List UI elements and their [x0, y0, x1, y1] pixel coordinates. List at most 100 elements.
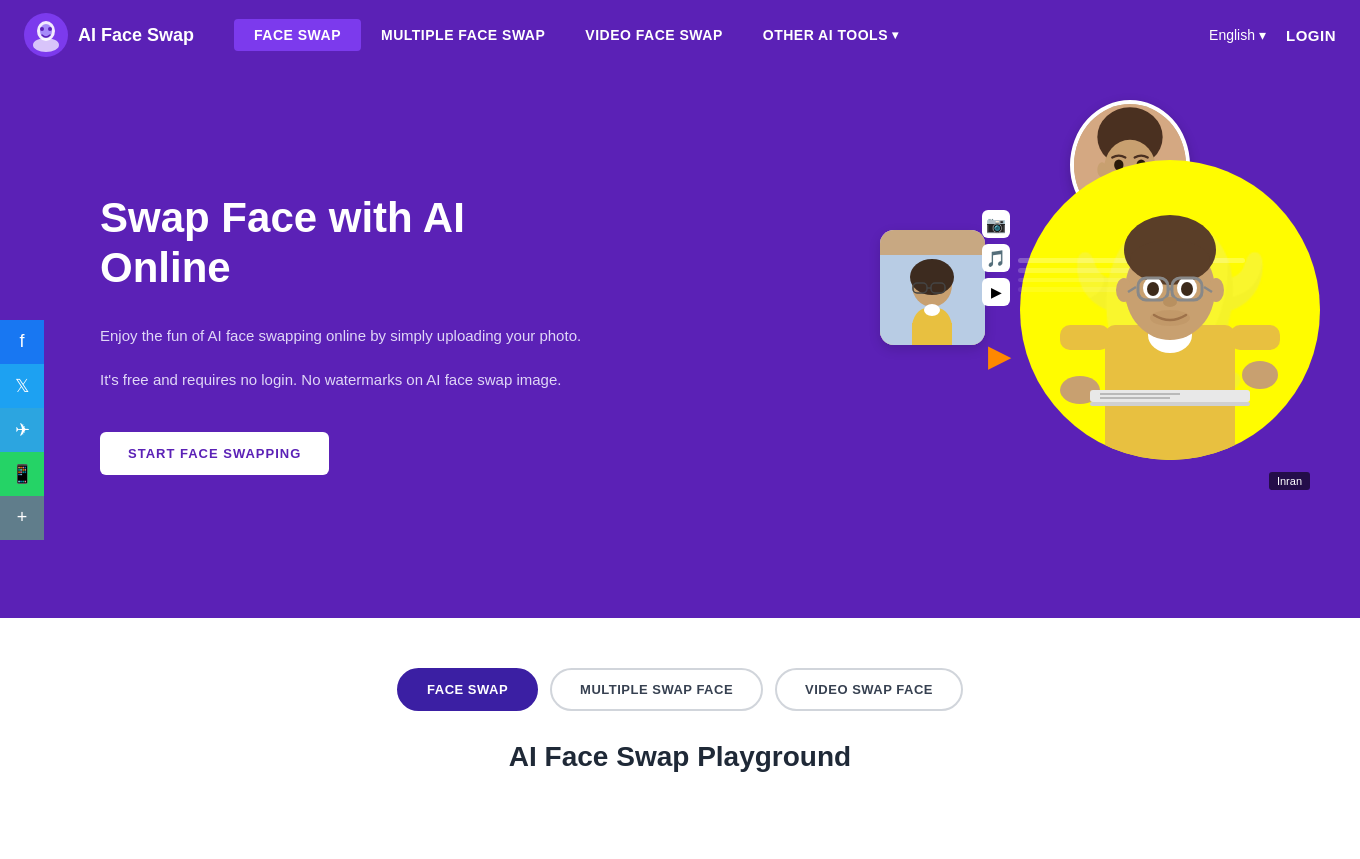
playground-title: AI Face Swap Playground	[509, 741, 851, 773]
facebook-share-button[interactable]: f	[0, 320, 44, 364]
svg-rect-43	[1230, 325, 1280, 350]
logo-link[interactable]: AI Face Swap	[24, 13, 194, 57]
nav-face-swap[interactable]: FACE SWAP	[234, 19, 361, 51]
telegram-icon: ✈	[15, 419, 30, 441]
svg-point-7	[1097, 107, 1162, 167]
navbar-nav: FACE SWAP MULTIPLE FACE SWAP VIDEO FACE …	[234, 19, 1209, 51]
share-button[interactable]: +	[0, 496, 44, 540]
tab-multiple-swap-face[interactable]: MULTIPLE SWAP FACE	[550, 668, 763, 711]
person-name-tag: Inran	[1269, 472, 1310, 490]
svg-line-38	[1128, 287, 1136, 292]
thumbnail-face-svg	[880, 255, 985, 345]
source-face-svg	[1074, 100, 1186, 230]
svg-point-12	[1097, 162, 1106, 177]
nav-other-ai-tools[interactable]: OTHER AI TOOLS ▾	[743, 19, 919, 51]
svg-point-24	[1148, 317, 1192, 353]
twitter-icon: 𝕏	[15, 375, 30, 397]
navbar-right: English ▾ LOGIN	[1209, 27, 1336, 44]
svg-rect-35	[1138, 278, 1168, 300]
svg-point-32	[1177, 277, 1197, 299]
tab-face-swap[interactable]: FACE SWAP	[397, 668, 538, 711]
svg-point-45	[1242, 361, 1278, 389]
tab-video-swap-face[interactable]: VIDEO SWAP FACE	[775, 668, 963, 711]
share-icon: +	[17, 507, 28, 528]
whatsapp-share-button[interactable]: 📱	[0, 452, 44, 496]
svg-point-13	[1153, 162, 1162, 177]
whatsapp-icon: 📱	[11, 463, 33, 485]
hero-section: Swap Face with AI Online Enjoy the fun o…	[0, 70, 1360, 618]
hero-illustration: ▼ ▶ 👻	[880, 100, 1320, 600]
svg-rect-47	[1090, 402, 1250, 406]
result-person-svg	[1020, 160, 1320, 460]
ui-overlay-lines	[1010, 250, 1310, 300]
svg-point-4	[40, 27, 44, 31]
svg-point-33	[1147, 282, 1159, 296]
svg-rect-42	[1060, 325, 1110, 350]
app-tile-2: 🎵	[982, 244, 1010, 272]
svg-rect-23	[1105, 325, 1235, 460]
twitter-share-button[interactable]: 𝕏	[0, 364, 44, 408]
svg-point-26	[1125, 240, 1215, 340]
thumbnail-card	[880, 230, 985, 345]
thumbnail-top	[880, 230, 985, 345]
svg-rect-36	[1172, 278, 1202, 300]
svg-rect-19	[931, 283, 945, 293]
language-label: English	[1209, 27, 1255, 43]
app-tile-1: 📷	[982, 210, 1010, 238]
hero-description-1: Enjoy the fun of AI face swapping online…	[100, 323, 600, 349]
svg-point-34	[1181, 282, 1193, 296]
svg-rect-46	[1090, 390, 1250, 402]
svg-point-29	[1116, 278, 1132, 302]
nav-video-face-swap[interactable]: VIDEO FACE SWAP	[565, 19, 742, 51]
app-tiles: 📷 🎵 ▶	[982, 210, 1010, 306]
svg-rect-15	[880, 255, 985, 345]
svg-line-39	[1204, 287, 1212, 292]
svg-rect-21	[912, 323, 952, 345]
telegram-share-button[interactable]: ✈	[0, 408, 44, 452]
navbar: AI Face Swap FACE SWAP MULTIPLE FACE SWA…	[0, 0, 1360, 70]
nav-multiple-face-swap[interactable]: MULTIPLE FACE SWAP	[361, 19, 565, 51]
source-face-bubble	[1070, 100, 1190, 230]
svg-point-11	[1125, 172, 1134, 179]
arrow-down-icon: ▼	[1103, 250, 1149, 298]
social-sidebar: f 𝕏 ✈ 📱 +	[0, 320, 44, 540]
facebook-icon: f	[19, 331, 24, 352]
logo-icon	[24, 13, 68, 57]
tab-row: FACE SWAP MULTIPLE SWAP FACE VIDEO SWAP …	[397, 668, 963, 711]
svg-rect-18	[913, 283, 927, 293]
svg-point-2	[40, 24, 52, 38]
svg-rect-25	[1155, 312, 1185, 332]
arrow-right-icon: ▶	[988, 340, 1010, 373]
svg-rect-14	[1113, 198, 1147, 226]
source-face-inner	[1074, 104, 1186, 226]
svg-point-3	[33, 38, 59, 52]
svg-point-28	[1130, 240, 1210, 280]
chevron-down-icon: ▾	[892, 28, 899, 42]
svg-point-40	[1163, 297, 1177, 307]
svg-point-5	[48, 27, 52, 31]
app-tile-3: ▶	[982, 278, 1010, 306]
login-button[interactable]: LOGIN	[1286, 27, 1336, 44]
svg-point-27	[1124, 215, 1216, 285]
start-face-swapping-button[interactable]: START FACE SWAPPING	[100, 432, 329, 475]
hero-title: Swap Face with AI Online	[100, 193, 600, 294]
svg-point-30	[1208, 278, 1224, 302]
svg-point-44	[1060, 376, 1100, 404]
svg-point-16	[912, 263, 952, 307]
tabs-section: FACE SWAP MULTIPLE SWAP FACE VIDEO SWAP …	[0, 618, 1360, 793]
svg-rect-6	[1074, 104, 1186, 225]
svg-point-41	[1150, 310, 1190, 326]
language-selector[interactable]: English ▾	[1209, 27, 1266, 43]
svg-point-31	[1143, 277, 1163, 299]
logo-text: AI Face Swap	[78, 25, 194, 46]
svg-point-9	[1114, 159, 1123, 170]
hero-content: Swap Face with AI Online Enjoy the fun o…	[100, 193, 600, 476]
hero-description-2: It's free and requires no login. No wate…	[100, 367, 600, 393]
snapchat-circle: 👻	[1020, 160, 1320, 460]
lang-chevron-icon: ▾	[1259, 27, 1266, 43]
svg-point-17	[910, 259, 954, 295]
snapchat-ghost-icon: 👻	[1070, 216, 1270, 404]
svg-point-8	[1104, 140, 1156, 200]
svg-point-10	[1137, 159, 1146, 170]
svg-point-22	[924, 304, 940, 316]
